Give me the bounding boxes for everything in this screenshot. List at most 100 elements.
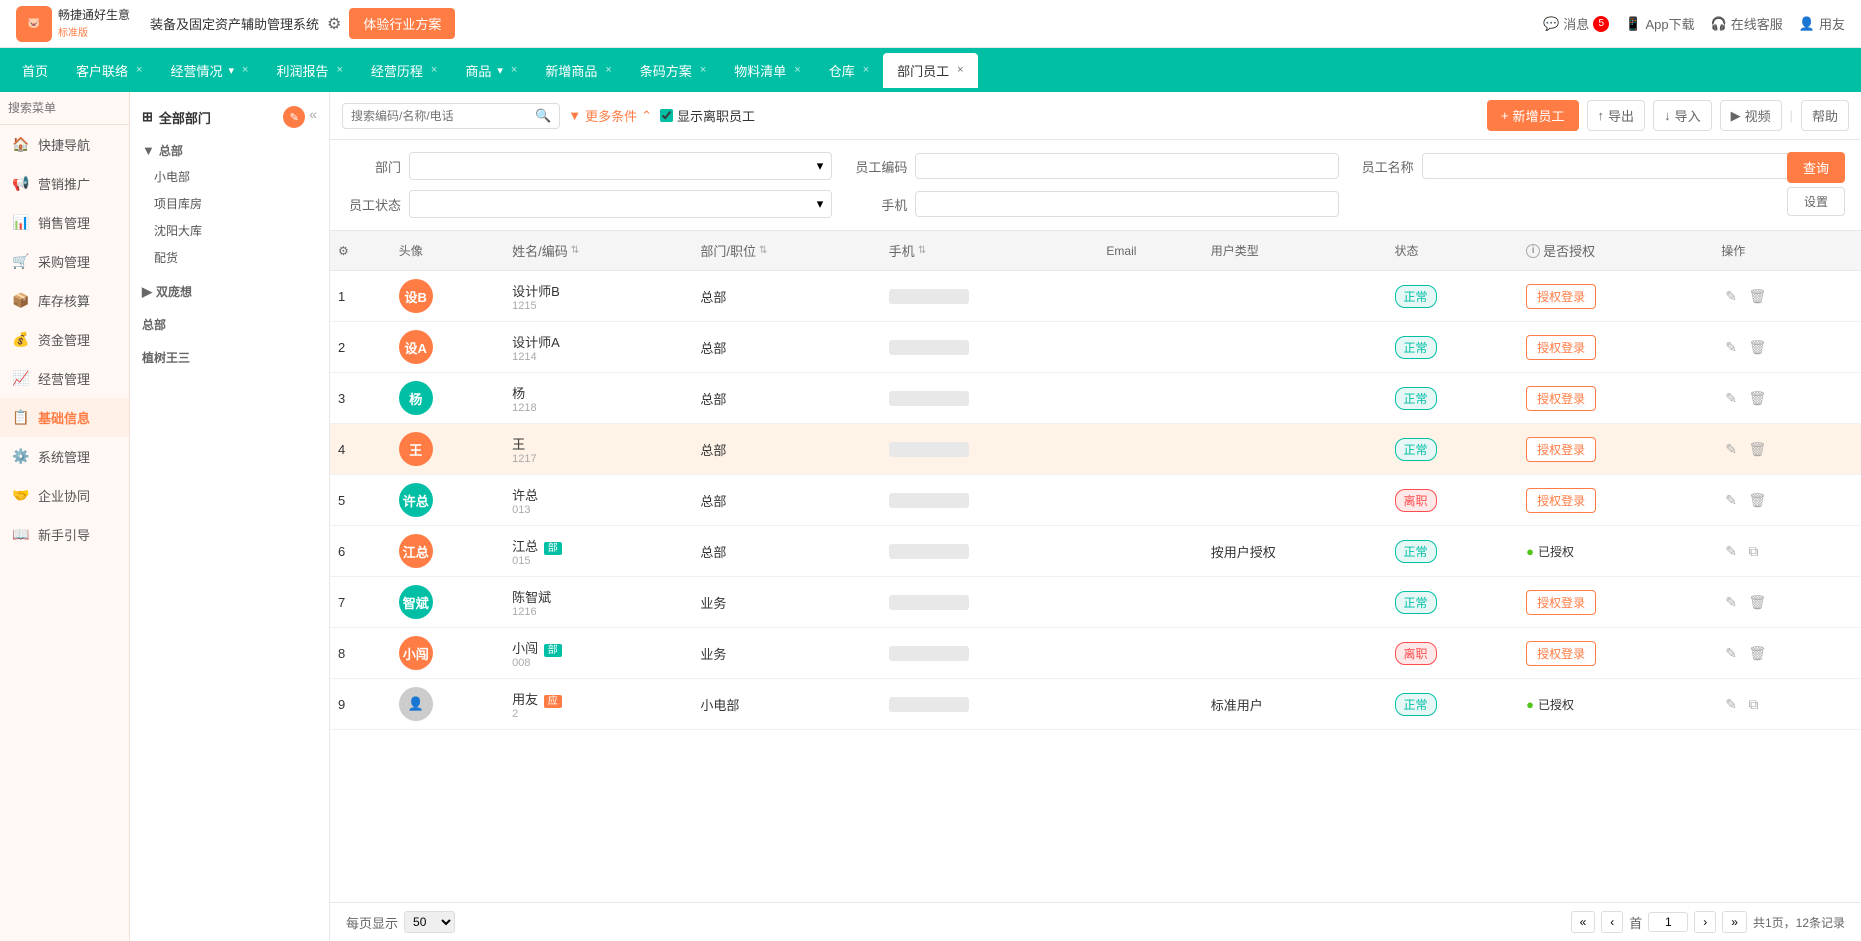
sidebar-item-quicknav[interactable]: 🏠 快捷导航 bbox=[0, 125, 129, 164]
edit-button[interactable]: ✎ bbox=[1721, 490, 1741, 511]
trial-button[interactable]: 体验行业方案 bbox=[349, 8, 455, 39]
sidebar-item-system[interactable]: ⚙️ 系统管理 bbox=[0, 437, 129, 476]
video-button[interactable]: ▶ 视频 bbox=[1720, 100, 1782, 131]
name-input[interactable] bbox=[1422, 153, 1845, 179]
auth-login-button[interactable]: 授权登录 bbox=[1526, 386, 1596, 411]
help-button[interactable]: 帮助 bbox=[1801, 100, 1849, 131]
sidebar-item-sales[interactable]: 📊 销售管理 bbox=[0, 203, 129, 242]
delete-button[interactable]: 🗑 bbox=[1745, 439, 1771, 460]
new-employee-button[interactable]: + 新增员工 bbox=[1487, 100, 1579, 131]
prev-page-button[interactable]: ‹ bbox=[1601, 911, 1623, 933]
tree-node-peihuo[interactable]: 配货 bbox=[130, 244, 329, 271]
close-icon[interactable]: × bbox=[700, 64, 706, 76]
tab-new-goods[interactable]: 新增商品 × bbox=[531, 53, 625, 88]
collapse-icon[interactable]: « bbox=[309, 106, 317, 128]
tab-warehouse[interactable]: 仓库 × bbox=[815, 53, 883, 88]
edit-button[interactable]: ✎ bbox=[1721, 286, 1741, 307]
query-button[interactable]: 查询 bbox=[1787, 152, 1845, 183]
user-action[interactable]: 👤 用友 bbox=[1799, 14, 1845, 33]
close-icon[interactable]: × bbox=[605, 64, 611, 76]
tab-history[interactable]: 经营历程 × bbox=[357, 53, 451, 88]
copy-button[interactable]: ⧉ bbox=[1745, 694, 1763, 715]
add-dept-button[interactable]: ✎ bbox=[283, 106, 305, 128]
edit-button[interactable]: ✎ bbox=[1721, 439, 1741, 460]
edit-button[interactable]: ✎ bbox=[1721, 643, 1741, 664]
tab-employee[interactable]: 部门员工 × bbox=[883, 53, 977, 88]
page-number-input[interactable] bbox=[1648, 912, 1688, 932]
tree-node-xiaodianbei[interactable]: 小电部 bbox=[130, 163, 329, 190]
dept-select[interactable]: ▾ bbox=[409, 152, 832, 180]
tab-goods[interactable]: 商品 ▾× bbox=[451, 53, 531, 88]
close-icon[interactable]: × bbox=[242, 64, 248, 76]
tree-group-label2[interactable]: ▶ 双庞想 bbox=[130, 279, 329, 304]
more-conditions-button[interactable]: ▼ 更多条件 ⌃ bbox=[568, 106, 652, 125]
tree-group-label4[interactable]: 植树王三 bbox=[130, 345, 329, 370]
edit-button[interactable]: ✎ bbox=[1721, 592, 1741, 613]
sidebar-item-marketing[interactable]: 📢 营销推广 bbox=[0, 164, 129, 203]
edit-button[interactable]: ✎ bbox=[1721, 541, 1741, 562]
search-input[interactable] bbox=[351, 109, 531, 123]
close-icon[interactable]: × bbox=[511, 64, 517, 76]
tab-barcode[interactable]: 条码方案 × bbox=[626, 53, 720, 88]
delete-button[interactable]: 🗑 bbox=[1745, 490, 1771, 511]
resigned-checkbox-input[interactable] bbox=[660, 109, 673, 122]
tab-operation[interactable]: 经营情况 ▾× bbox=[156, 53, 262, 88]
close-icon[interactable]: × bbox=[863, 64, 869, 76]
status-select[interactable]: ▾ bbox=[409, 190, 832, 218]
auth-login-button[interactable]: 授权登录 bbox=[1526, 488, 1596, 513]
messages-action[interactable]: 💬 消息 5 bbox=[1543, 14, 1609, 33]
delete-button[interactable]: 🗑 bbox=[1745, 286, 1771, 307]
first-page-button[interactable]: « bbox=[1571, 911, 1596, 933]
sidebar-item-guide[interactable]: 📖 新手引导 bbox=[0, 515, 129, 554]
settings-button[interactable]: ⚙ bbox=[327, 14, 341, 34]
tab-profit[interactable]: 利润报告 × bbox=[262, 53, 356, 88]
tree-group-label3[interactable]: 总部 bbox=[130, 312, 329, 337]
sidebar-item-collab[interactable]: 🤝 企业协同 bbox=[0, 476, 129, 515]
edit-button[interactable]: ✎ bbox=[1721, 694, 1741, 715]
th-name[interactable]: 姓名/编码 ⇅ bbox=[504, 231, 692, 271]
auth-login-button[interactable]: 授权登录 bbox=[1526, 437, 1596, 462]
last-page-button[interactable]: » bbox=[1722, 911, 1747, 933]
tree-group-label[interactable]: ▼ 总部 bbox=[130, 138, 329, 163]
tab-customer[interactable]: 客户联络 × bbox=[62, 53, 156, 88]
sidebar-item-purchase[interactable]: 🛒 采购管理 bbox=[0, 242, 129, 281]
edit-button[interactable]: ✎ bbox=[1721, 388, 1741, 409]
delete-button[interactable]: 🗑 bbox=[1745, 643, 1771, 664]
copy-button[interactable]: ⧉ bbox=[1745, 541, 1763, 562]
th-settings[interactable]: ⚙ bbox=[330, 231, 391, 271]
th-dept[interactable]: 部门/职位 ⇅ bbox=[692, 231, 880, 271]
auth-login-button[interactable]: 授权登录 bbox=[1526, 641, 1596, 666]
search-box[interactable]: 🔍 bbox=[342, 103, 560, 129]
close-icon[interactable]: × bbox=[136, 64, 142, 76]
sidebar-item-biz[interactable]: 📈 经营管理 bbox=[0, 359, 129, 398]
close-icon[interactable]: × bbox=[957, 64, 963, 76]
tab-bom[interactable]: 物料清单 × bbox=[720, 53, 814, 88]
sidebar-item-basics[interactable]: 📋 基础信息 bbox=[0, 398, 129, 437]
app-download-action[interactable]: 📱 App下载 bbox=[1625, 14, 1694, 33]
page-size-select[interactable]: 50 100 bbox=[404, 911, 455, 933]
import-button[interactable]: ↓ 导入 bbox=[1653, 100, 1712, 131]
close-icon[interactable]: × bbox=[336, 64, 342, 76]
tree-node-project[interactable]: 项目库房 bbox=[130, 190, 329, 217]
delete-button[interactable]: 🗑 bbox=[1745, 592, 1771, 613]
auth-login-button[interactable]: 授权登录 bbox=[1526, 335, 1596, 360]
auth-login-button[interactable]: 授权登录 bbox=[1526, 284, 1596, 309]
sidebar-search-bar[interactable]: 🔍 bbox=[0, 92, 129, 125]
service-action[interactable]: 🎧 在线客服 bbox=[1711, 14, 1783, 33]
tree-node-shenyang[interactable]: 沈阳大库 bbox=[130, 217, 329, 244]
phone-input[interactable] bbox=[915, 191, 1338, 217]
sidebar-item-inventory[interactable]: 📦 库存核算 bbox=[0, 281, 129, 320]
code-input[interactable] bbox=[915, 153, 1338, 179]
show-resigned-checkbox[interactable]: 显示离职员工 bbox=[660, 106, 755, 125]
next-page-button[interactable]: › bbox=[1694, 911, 1716, 933]
sidebar-item-finance[interactable]: 💰 资金管理 bbox=[0, 320, 129, 359]
th-phone[interactable]: 手机 ⇅ bbox=[881, 231, 1099, 271]
tab-home[interactable]: 首页 bbox=[8, 53, 62, 88]
export-button[interactable]: ↑ 导出 bbox=[1587, 100, 1646, 131]
delete-button[interactable]: 🗑 bbox=[1745, 388, 1771, 409]
close-icon[interactable]: × bbox=[431, 64, 437, 76]
delete-button[interactable]: 🗑 bbox=[1745, 337, 1771, 358]
close-icon[interactable]: × bbox=[794, 64, 800, 76]
edit-button[interactable]: ✎ bbox=[1721, 337, 1741, 358]
set-button[interactable]: 设置 bbox=[1787, 187, 1845, 216]
